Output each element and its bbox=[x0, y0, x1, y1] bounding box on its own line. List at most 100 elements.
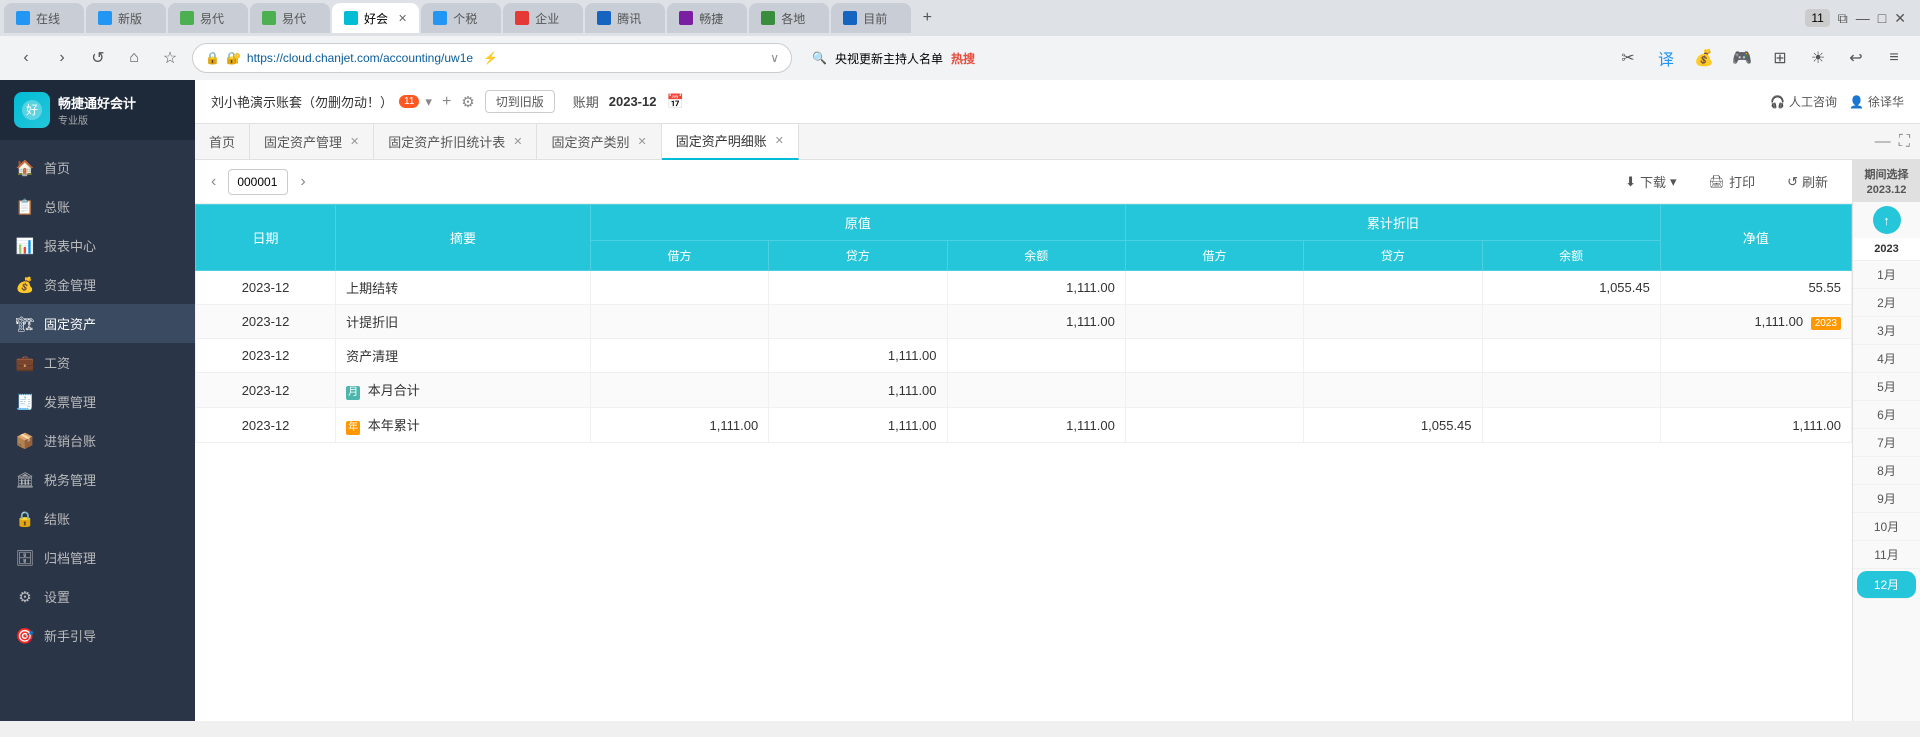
tab-home[interactable]: 首页 bbox=[195, 124, 250, 160]
maximize-icon[interactable]: □ bbox=[1878, 10, 1886, 26]
period-item-1[interactable]: 1月 bbox=[1853, 261, 1920, 289]
download-button[interactable]: ⬇ 下载 ▾ bbox=[1617, 168, 1684, 195]
cell-net: 1,111.00 2023 bbox=[1660, 305, 1851, 339]
sidebar-item-reports[interactable]: 📊 报表中心 bbox=[0, 226, 195, 265]
sidebar-item-inventory[interactable]: 📦 进销台账 bbox=[0, 421, 195, 460]
tab-detail-close[interactable]: ✕ bbox=[775, 134, 784, 147]
browser-tab-5[interactable]: 好会 ✕ bbox=[332, 3, 419, 33]
calendar-icon[interactable]: 📅 bbox=[666, 93, 683, 110]
refresh-icon: ↺ bbox=[1787, 174, 1798, 190]
tab-fixed-asset-category[interactable]: 固定资产类别 ✕ bbox=[537, 124, 661, 160]
browser-tab-2[interactable]: 新版 bbox=[86, 3, 166, 33]
brightness-icon[interactable]: ☀ bbox=[1804, 44, 1832, 72]
close-window-icon[interactable]: ✕ bbox=[1894, 10, 1906, 27]
period-item-6[interactable]: 6月 bbox=[1853, 401, 1920, 429]
hot-search-label[interactable]: 热搜 bbox=[951, 50, 975, 67]
period-item-4[interactable]: 4月 bbox=[1853, 345, 1920, 373]
period-item-7[interactable]: 7月 bbox=[1853, 429, 1920, 457]
browser-tab-9[interactable]: 畅捷 bbox=[667, 3, 747, 33]
extensions-icon[interactable]: ⚡ bbox=[483, 51, 498, 65]
period-item-year-2023[interactable]: 2023 bbox=[1853, 238, 1920, 261]
browser-tab-1[interactable]: 在线 bbox=[4, 3, 84, 33]
reload-button[interactable]: ↺ bbox=[84, 44, 112, 72]
address-dropdown-icon[interactable]: ∨ bbox=[770, 51, 779, 65]
funds-icon: 💰 bbox=[16, 276, 34, 294]
cell-date: 2023-12 bbox=[196, 408, 336, 443]
support-button[interactable]: 🎧 人工咨询 bbox=[1770, 93, 1837, 110]
browser-tab-8[interactable]: 腾讯 bbox=[585, 3, 665, 33]
print-button[interactable]: 🖨 打印 bbox=[1701, 168, 1764, 195]
tab-fixed-asset-depreciation[interactable]: 固定资产折旧统计表 ✕ bbox=[374, 124, 537, 160]
sidebar-item-ledger[interactable]: 📋 总账 bbox=[0, 187, 195, 226]
period-item-11[interactable]: 11月 bbox=[1853, 541, 1920, 569]
expand-icon[interactable]: ⛶ bbox=[1899, 133, 1910, 151]
sidebar-item-funds[interactable]: 💰 资金管理 bbox=[0, 265, 195, 304]
search-area: 🔍 央视更新主持人名单 热搜 bbox=[812, 50, 975, 67]
restore-window-icon[interactable]: ⧉ bbox=[1838, 10, 1848, 27]
browser-tab-5-close[interactable]: ✕ bbox=[398, 12, 407, 25]
back-button[interactable]: ‹ bbox=[12, 44, 40, 72]
settings-gear-icon[interactable]: ⚙ bbox=[461, 93, 474, 111]
wallet-icon[interactable]: 💰 bbox=[1690, 44, 1718, 72]
refresh-button[interactable]: ↺ 刷新 bbox=[1779, 168, 1836, 195]
sidebar-item-settings[interactable]: ⚙ 设置 bbox=[0, 577, 195, 616]
grid-icon[interactable]: ⊞ bbox=[1766, 44, 1794, 72]
browser-tab-6[interactable]: 个税 bbox=[421, 3, 501, 33]
bookmark-button[interactable]: ☆ bbox=[156, 44, 184, 72]
menu-icon[interactable]: ≡ bbox=[1880, 44, 1908, 72]
period-item-5[interactable]: 5月 bbox=[1853, 373, 1920, 401]
prev-page-button[interactable]: ‹ bbox=[211, 173, 216, 191]
account-selector[interactable]: 刘小艳演示账套（勿删勿动！） 11 ▾ bbox=[211, 92, 432, 111]
period-item-9[interactable]: 9月 bbox=[1853, 485, 1920, 513]
archive-icon: 🗄 bbox=[16, 549, 34, 567]
address-input[interactable]: 🔒 🔐 https://cloud.chanjet.com/accounting… bbox=[192, 43, 792, 73]
tab-fixed-asset-mgmt[interactable]: 固定资产管理 ✕ bbox=[250, 124, 374, 160]
sidebar-item-payroll[interactable]: 💼 工资 bbox=[0, 343, 195, 382]
logo-title: 畅捷通好会计 bbox=[58, 93, 136, 112]
col-orig-balance: 余额 bbox=[947, 241, 1125, 271]
app-container: 好 畅捷通好会计 专业版 🏠 首页 📋 总账 📊 报表中心 💰 资金管理 bbox=[0, 80, 1920, 721]
sidebar-item-fixed-assets[interactable]: 🏗 固定资产 bbox=[0, 304, 195, 343]
home-button[interactable]: ⌂ bbox=[120, 44, 148, 72]
translate-icon[interactable]: 译 bbox=[1652, 44, 1680, 72]
sidebar-item-close[interactable]: 🔒 结账 bbox=[0, 499, 195, 538]
period-item-12[interactable]: 12月 bbox=[1857, 571, 1916, 599]
browser-tab-10[interactable]: 各地 bbox=[749, 3, 829, 33]
collapse-icon[interactable]: — bbox=[1875, 133, 1891, 151]
period-item-3[interactable]: 3月 bbox=[1853, 317, 1920, 345]
user-button[interactable]: 👤 徐译华 bbox=[1849, 93, 1904, 110]
browser-tab-3[interactable]: 易代 bbox=[168, 3, 248, 33]
period-item-8[interactable]: 8月 bbox=[1853, 457, 1920, 485]
period-item-2[interactable]: 2月 bbox=[1853, 289, 1920, 317]
browser-tab-4[interactable]: 易代 bbox=[250, 3, 330, 33]
cell-summary: 年 本年累计 bbox=[336, 408, 591, 443]
sidebar-item-invoice[interactable]: 🧾 发票管理 bbox=[0, 382, 195, 421]
history-icon[interactable]: ↩ bbox=[1842, 44, 1870, 72]
download-dropdown-icon[interactable]: ▾ bbox=[1670, 174, 1677, 190]
tab-fixed-asset-mgmt-close[interactable]: ✕ bbox=[350, 135, 359, 148]
sidebar-item-home[interactable]: 🏠 首页 bbox=[0, 148, 195, 187]
sidebar-item-tax[interactable]: 🏛 税务管理 bbox=[0, 460, 195, 499]
tab-depreciation-close[interactable]: ✕ bbox=[513, 135, 522, 148]
page-input[interactable] bbox=[228, 169, 288, 195]
minimize-icon[interactable]: — bbox=[1856, 10, 1870, 26]
browser-tab-11[interactable]: 目前 bbox=[831, 3, 911, 33]
sidebar-item-guide[interactable]: 🎯 新手引导 bbox=[0, 616, 195, 655]
browser-tab-7[interactable]: 企业 bbox=[503, 3, 583, 33]
scissors-icon[interactable]: ✂ bbox=[1614, 44, 1642, 72]
period-item-10[interactable]: 10月 bbox=[1853, 513, 1920, 541]
scroll-up-button[interactable]: ↑ bbox=[1873, 206, 1901, 234]
forward-button[interactable]: › bbox=[48, 44, 76, 72]
sidebar-item-archive[interactable]: 🗄 归档管理 bbox=[0, 538, 195, 577]
add-account-icon[interactable]: + bbox=[442, 93, 451, 111]
new-tab-button[interactable]: + bbox=[913, 4, 941, 32]
next-page-button[interactable]: › bbox=[300, 173, 305, 191]
cell-orig-credit: 1,111.00 bbox=[769, 373, 947, 408]
tab-category-close[interactable]: ✕ bbox=[638, 135, 647, 148]
game-icon[interactable]: 🎮 bbox=[1728, 44, 1756, 72]
switch-version-button[interactable]: 切到旧版 bbox=[485, 90, 555, 113]
cell-orig-balance: 1,111.00 bbox=[947, 305, 1125, 339]
app-logo-icon: 好 bbox=[14, 92, 50, 128]
tab-fixed-asset-detail[interactable]: 固定资产明细账 ✕ bbox=[662, 124, 799, 160]
cell-orig-credit: 1,111.00 bbox=[769, 408, 947, 443]
